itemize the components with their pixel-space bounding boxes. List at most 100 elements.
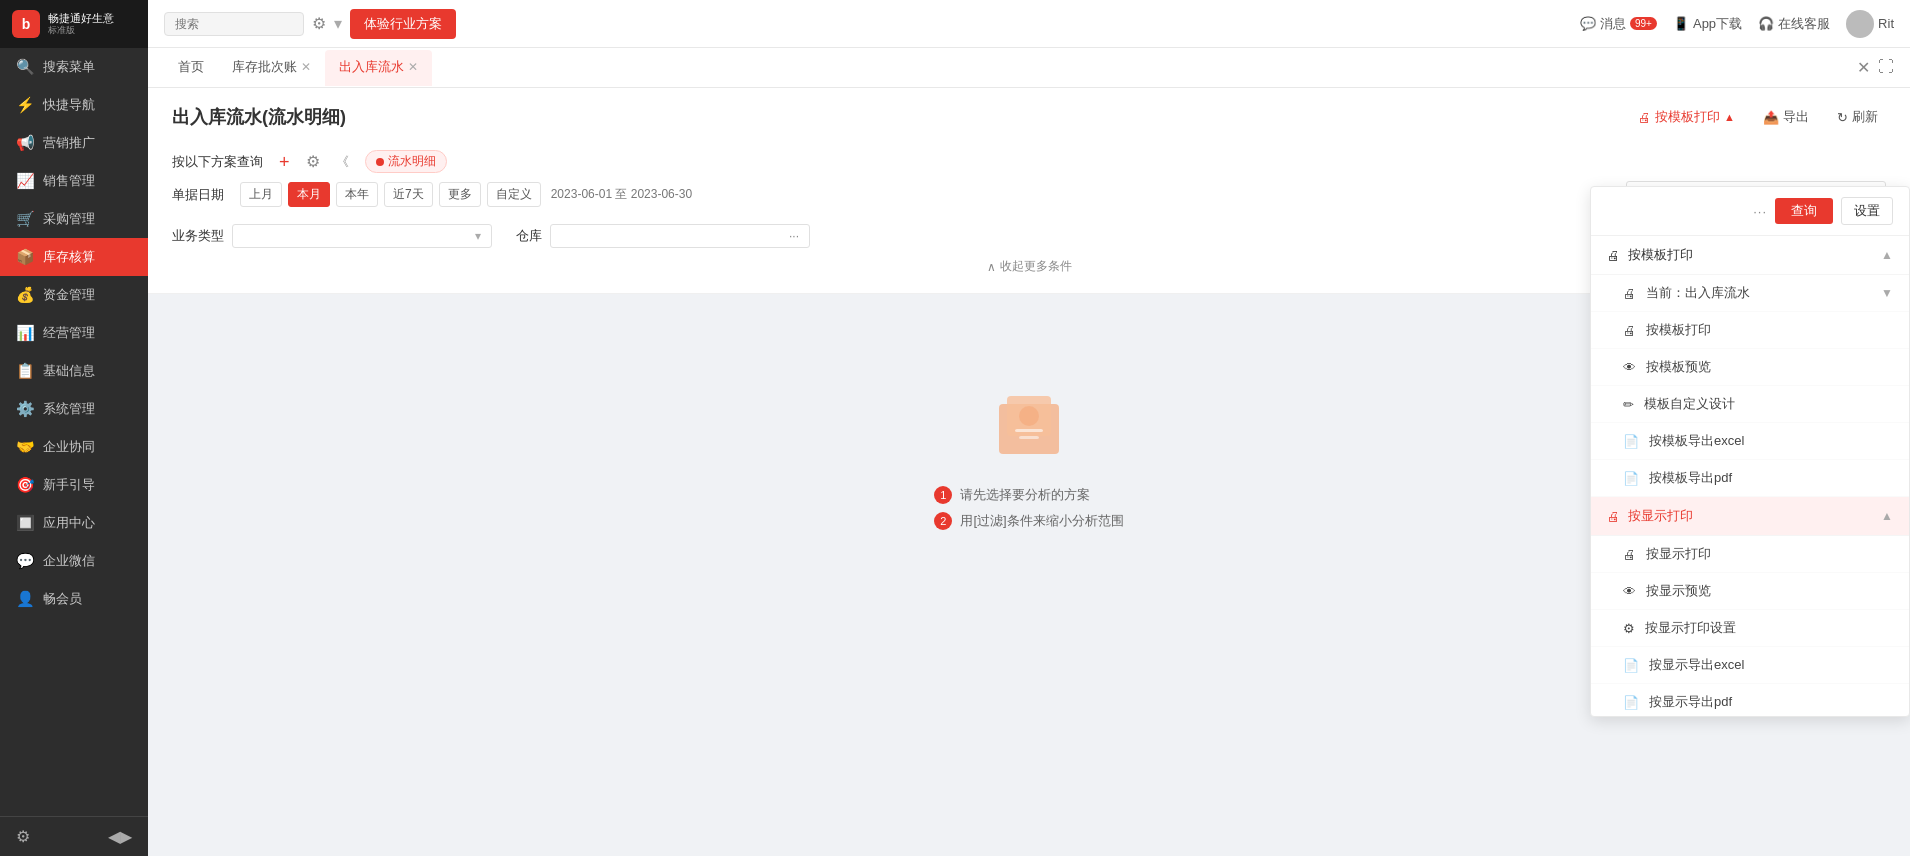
- date-btn-this-year[interactable]: 本年: [336, 182, 378, 207]
- hint-num-2: 2: [934, 512, 952, 530]
- date-btn-7days[interactable]: 近7天: [384, 182, 433, 207]
- app-center-icon: 🔲: [16, 514, 35, 532]
- search-input[interactable]: [164, 12, 304, 36]
- filter-title: 按以下方案查询: [172, 153, 263, 171]
- dropdown-template-custom-item[interactable]: ✏ 模板自定义设计: [1591, 386, 1909, 423]
- close-window-btn[interactable]: ✕: [1857, 58, 1870, 77]
- member-icon: 👤: [16, 590, 35, 608]
- date-btn-this-month[interactable]: 本月: [288, 182, 330, 207]
- sidebar-item-operation[interactable]: 📊 经营管理: [0, 314, 148, 352]
- current-print-icon: 🖨: [1623, 286, 1636, 301]
- disp-settings-icon: ⚙: [1623, 621, 1635, 636]
- inventory-icon: 📦: [16, 248, 35, 266]
- filter-add-btn[interactable]: +: [279, 153, 290, 171]
- sidebar-item-sales[interactable]: 📈 销售管理: [0, 162, 148, 200]
- sidebar: b 畅捷通好生意 标准版 🔍 搜索菜单 ⚡ 快捷导航 📢 营销推广 📈 销售管理…: [0, 0, 148, 856]
- online-service-btn[interactable]: 🎧 在线客服: [1758, 15, 1830, 33]
- settings-bottom-icon[interactable]: ⚙: [16, 827, 30, 846]
- sidebar-item-label: 搜索菜单: [43, 58, 95, 76]
- sidebar-item-system[interactable]: ⚙️ 系统管理: [0, 390, 148, 428]
- sidebar-item-corp[interactable]: 🤝 企业协同: [0, 428, 148, 466]
- tab-bar: 首页 库存批次账 ✕ 出入库流水 ✕ ✕ ⛶: [148, 48, 1910, 88]
- warehouse-label: 仓库: [516, 227, 542, 245]
- sidebar-item-label: 资金管理: [43, 286, 95, 304]
- refresh-btn[interactable]: ↻ 刷新: [1829, 104, 1886, 130]
- print-template-header-icon: 🖨: [1607, 248, 1620, 263]
- refresh-icon: ↻: [1837, 110, 1848, 125]
- dropdown-template-pdf-item[interactable]: 📄 按模板导出pdf: [1591, 460, 1909, 497]
- sidebar-item-inventory[interactable]: 📦 库存核算: [0, 238, 148, 276]
- date-btn-more[interactable]: 更多: [439, 182, 481, 207]
- collapse-sidebar-icon[interactable]: ◀▶: [108, 827, 132, 846]
- sidebar-item-member[interactable]: 👤 畅会员: [0, 580, 148, 618]
- sidebar-item-finance[interactable]: 💰 资金管理: [0, 276, 148, 314]
- tab-batch-account[interactable]: 库存批次账 ✕: [218, 50, 325, 86]
- corp-icon: 🤝: [16, 438, 35, 456]
- hint-1: 1 请先选择要分析的方案: [934, 486, 1123, 504]
- dropdown-display-excel-item[interactable]: 📄 按显示导出excel: [1591, 647, 1909, 684]
- dropdown-current-item[interactable]: 🖨 当前：出入库流水 ▼: [1591, 275, 1909, 312]
- tab-inout-flow[interactable]: 出入库流水 ✕: [325, 50, 432, 86]
- sidebar-item-label: 营销推广: [43, 134, 95, 152]
- tab-inout-flow-close[interactable]: ✕: [408, 60, 418, 74]
- print-template-btn[interactable]: 🖨 按模板打印 ▲: [1630, 104, 1743, 130]
- filter-tag: 流水明细: [365, 150, 447, 173]
- dropdown-dots-btn[interactable]: ···: [1753, 204, 1767, 219]
- export-btn[interactable]: 📤 导出: [1755, 104, 1817, 130]
- topbar-chevron-icon[interactable]: ▾: [334, 14, 342, 33]
- filter-collapse-icon[interactable]: 《: [336, 153, 349, 171]
- tag-dot: [376, 158, 384, 166]
- sidebar-item-label: 经营管理: [43, 324, 95, 342]
- operation-icon: 📊: [16, 324, 35, 342]
- dropdown-template-preview-item[interactable]: 👁 按模板预览: [1591, 349, 1909, 386]
- sidebar-item-label: 系统管理: [43, 400, 95, 418]
- sidebar-item-label: 应用中心: [43, 514, 95, 532]
- print-icon: 🖨: [1638, 110, 1651, 125]
- sidebar-item-purchase[interactable]: 🛒 采购管理: [0, 200, 148, 238]
- query-btn[interactable]: 查询: [1775, 198, 1833, 224]
- disp-pdf-icon: 📄: [1623, 695, 1639, 710]
- dropdown-header-arrow: ▲: [1881, 248, 1893, 262]
- biz-type-select[interactable]: ▾: [232, 224, 492, 248]
- sidebar-item-newbie[interactable]: 🎯 新手引导: [0, 466, 148, 504]
- dropdown-display-pdf-item[interactable]: 📄 按显示导出pdf: [1591, 684, 1909, 716]
- disp-preview-icon: 👁: [1623, 584, 1636, 599]
- dropdown-template-print-item[interactable]: 🖨 按模板打印: [1591, 312, 1909, 349]
- warehouse-more-icon[interactable]: ···: [789, 229, 799, 243]
- sidebar-item-enterprise-wechat[interactable]: 💬 企业微信: [0, 542, 148, 580]
- dropdown-display-preview-item[interactable]: 👁 按显示预览: [1591, 573, 1909, 610]
- date-btn-last-month[interactable]: 上月: [240, 182, 282, 207]
- svg-rect-3: [1015, 429, 1043, 432]
- message-badge: 99+: [1630, 17, 1657, 30]
- dropdown-display-settings-item[interactable]: ⚙ 按显示打印设置: [1591, 610, 1909, 647]
- dropdown-template-print-header[interactable]: 🖨 按模板打印 ▲: [1591, 236, 1909, 275]
- sidebar-item-app-center[interactable]: 🔲 应用中心: [0, 504, 148, 542]
- app-download-btn[interactable]: 📱 App下载: [1673, 15, 1742, 33]
- app-name: 畅捷通好生意 标准版: [48, 11, 114, 37]
- sidebar-item-label: 采购管理: [43, 210, 95, 228]
- industry-btn[interactable]: 体验行业方案: [350, 9, 456, 39]
- dropdown-display-print-item[interactable]: 🖨 按显示打印: [1591, 536, 1909, 573]
- topbar-gear-icon[interactable]: ⚙: [312, 14, 326, 33]
- page-actions: 🖨 按模板打印 ▲ 📤 导出 ↻ 刷新: [1630, 104, 1886, 130]
- maximize-window-btn[interactable]: ⛶: [1878, 58, 1894, 77]
- filter-setting-btn[interactable]: ⚙: [306, 152, 320, 171]
- chevron-up-icon: ▲: [1724, 111, 1735, 123]
- sidebar-item-marketing[interactable]: 📢 营销推广: [0, 124, 148, 162]
- user-avatar-btn[interactable]: Rit: [1846, 10, 1894, 38]
- sidebar-item-search[interactable]: 🔍 搜索菜单: [0, 48, 148, 86]
- tab-home[interactable]: 首页: [164, 50, 218, 86]
- basic-icon: 📋: [16, 362, 35, 380]
- settings-btn[interactable]: 设置: [1841, 197, 1893, 225]
- dropdown-display-print-header[interactable]: 🖨 按显示打印 ▲: [1591, 497, 1909, 536]
- topbar-right: 💬 消息 99+ 📱 App下载 🎧 在线客服 Rit: [1580, 10, 1894, 38]
- dropdown-template-excel-item[interactable]: 📄 按模板导出excel: [1591, 423, 1909, 460]
- warehouse-select[interactable]: ···: [550, 224, 810, 248]
- tab-batch-account-close[interactable]: ✕: [301, 60, 311, 74]
- hint-num-1: 1: [934, 486, 952, 504]
- sidebar-item-quick-nav[interactable]: ⚡ 快捷导航: [0, 86, 148, 124]
- date-btn-custom[interactable]: 自定义: [487, 182, 541, 207]
- sidebar-item-label: 快捷导航: [43, 96, 95, 114]
- sidebar-item-basic[interactable]: 📋 基础信息: [0, 352, 148, 390]
- message-btn[interactable]: 💬 消息 99+: [1580, 15, 1657, 33]
